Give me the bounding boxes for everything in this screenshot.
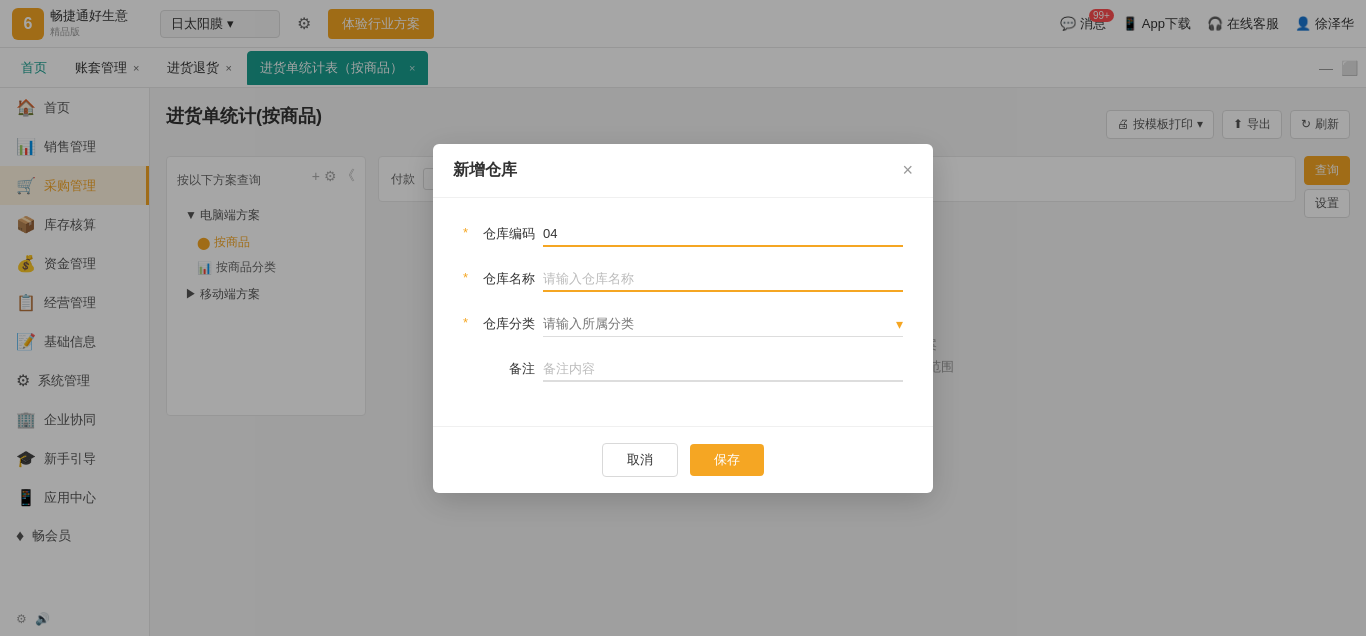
cancel-button[interactable]: 取消 bbox=[602, 443, 678, 477]
category-input[interactable] bbox=[543, 316, 896, 331]
form-row-code: 仓库编码 bbox=[463, 222, 903, 247]
note-label: 备注 bbox=[463, 360, 543, 378]
modal-footer: 取消 保存 bbox=[433, 426, 933, 493]
note-input[interactable] bbox=[543, 357, 903, 382]
form-row-category: 仓库分类 ▾ bbox=[463, 312, 903, 337]
modal-body: 仓库编码 仓库名称 仓库分类 ▾ 备注 bbox=[433, 198, 933, 426]
form-row-name: 仓库名称 bbox=[463, 267, 903, 292]
name-input[interactable] bbox=[543, 267, 903, 292]
modal-header: 新增仓库 × bbox=[433, 144, 933, 198]
code-label: 仓库编码 bbox=[463, 225, 543, 243]
category-label: 仓库分类 bbox=[463, 315, 543, 333]
new-warehouse-modal: 新增仓库 × 仓库编码 仓库名称 仓库分类 ▾ bbox=[433, 144, 933, 493]
name-label: 仓库名称 bbox=[463, 270, 543, 288]
category-select-row[interactable]: ▾ bbox=[543, 312, 903, 337]
modal-overlay: 新增仓库 × 仓库编码 仓库名称 仓库分类 ▾ bbox=[0, 0, 1366, 636]
modal-close-button[interactable]: × bbox=[902, 160, 913, 181]
code-input[interactable] bbox=[543, 222, 903, 247]
form-row-note: 备注 bbox=[463, 357, 903, 382]
category-dropdown-icon[interactable]: ▾ bbox=[896, 316, 903, 332]
modal-title: 新增仓库 bbox=[453, 160, 517, 181]
save-button[interactable]: 保存 bbox=[690, 444, 764, 476]
